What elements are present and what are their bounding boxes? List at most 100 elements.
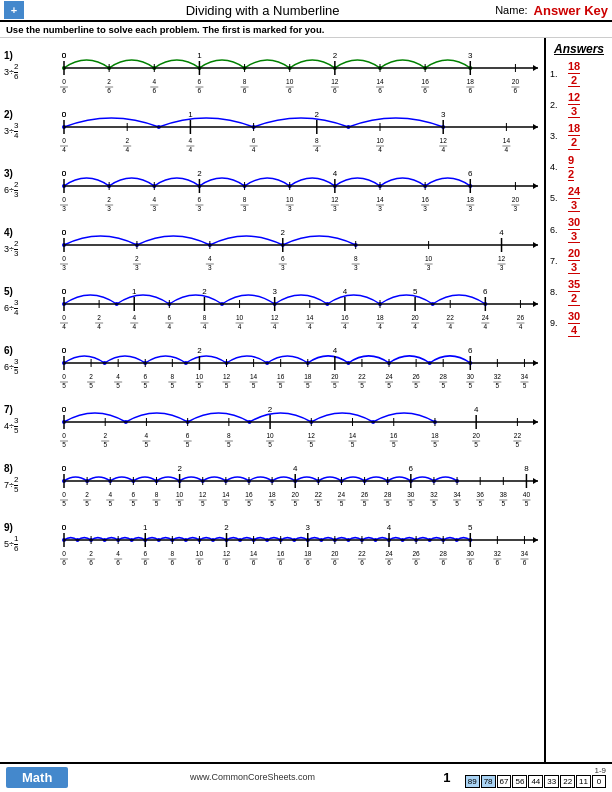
svg-text:6: 6 (225, 559, 229, 566)
score-box: 78 (481, 775, 496, 788)
svg-text:5: 5 (468, 523, 473, 532)
svg-text:4: 4 (97, 323, 101, 330)
page-title: Dividing with a Numberline (30, 3, 495, 18)
svg-text:3: 3 (288, 205, 292, 212)
svg-text:3: 3 (272, 287, 277, 296)
problem-label: 5) 6÷ 3 4 (4, 276, 56, 318)
svg-text:3: 3 (208, 264, 212, 271)
svg-text:3: 3 (500, 264, 504, 271)
score-box: 89 (465, 775, 480, 788)
svg-text:4: 4 (168, 323, 172, 330)
svg-text:6: 6 (441, 559, 445, 566)
svg-text:4: 4 (132, 323, 136, 330)
svg-text:4: 4 (125, 146, 129, 153)
svg-text:26: 26 (361, 491, 369, 498)
svg-text:5: 5 (441, 382, 445, 389)
svg-text:24: 24 (482, 314, 490, 321)
svg-text:4: 4 (252, 146, 256, 153)
svg-text:5: 5 (227, 441, 231, 448)
svg-text:5: 5 (270, 500, 274, 507)
svg-text:5: 5 (85, 500, 89, 507)
svg-text:22: 22 (315, 491, 323, 498)
svg-text:30: 30 (407, 491, 415, 498)
svg-text:6: 6 (483, 287, 488, 296)
svg-text:4: 4 (132, 314, 136, 321)
svg-text:6: 6 (468, 169, 473, 178)
problem-row: 7) 4÷ 3 5 005254565852105125145165185420… (4, 394, 540, 451)
svg-text:0: 0 (62, 51, 67, 60)
svg-text:5: 5 (468, 382, 472, 389)
svg-text:14: 14 (222, 491, 230, 498)
svg-text:8: 8 (171, 373, 175, 380)
svg-text:4: 4 (474, 405, 479, 414)
svg-text:2: 2 (107, 196, 111, 203)
svg-text:0: 0 (62, 169, 67, 178)
answer-fraction: 18 2 (568, 122, 580, 149)
svg-text:4: 4 (308, 323, 312, 330)
svg-text:3: 3 (306, 523, 311, 532)
svg-text:8: 8 (524, 464, 529, 473)
svg-marker-252 (533, 301, 538, 307)
problem-row: 2) 3÷ 3 4 004241446428410431241440 (4, 99, 540, 156)
instruction-text: Use the numberline to solve each problem… (0, 22, 612, 38)
svg-text:20: 20 (512, 196, 520, 203)
svg-text:6: 6 (198, 559, 202, 566)
svg-text:5: 5 (279, 382, 283, 389)
svg-text:6: 6 (143, 373, 147, 380)
score-box: 44 (528, 775, 543, 788)
svg-text:4: 4 (189, 146, 193, 153)
svg-text:6: 6 (107, 87, 111, 94)
svg-text:0: 0 (62, 523, 67, 532)
svg-text:8: 8 (354, 255, 358, 262)
svg-text:3: 3 (423, 205, 427, 212)
svg-text:4: 4 (387, 523, 392, 532)
svg-text:0: 0 (62, 432, 66, 439)
svg-text:6: 6 (523, 559, 527, 566)
svg-text:5: 5 (340, 500, 344, 507)
svg-text:4: 4 (505, 146, 509, 153)
svg-text:14: 14 (306, 314, 314, 321)
svg-text:4: 4 (343, 287, 348, 296)
numberline: 0052545658521051251451651854205225245265… (56, 453, 544, 510)
answer-number: 6. (550, 225, 566, 235)
svg-text:5: 5 (496, 382, 500, 389)
math-label: Math (6, 767, 68, 788)
svg-text:5: 5 (178, 500, 182, 507)
problems-area: 1) 3÷ 2 6 006264616686106212614616631862… (0, 38, 544, 762)
svg-text:3: 3 (152, 205, 156, 212)
problem-label: 6) 6÷ 3 5 (4, 335, 56, 377)
svg-text:5: 5 (478, 500, 482, 507)
score-box: 67 (497, 775, 512, 788)
svg-text:10: 10 (176, 491, 184, 498)
svg-text:5: 5 (455, 500, 459, 507)
problem-label: 9) 5÷ 1 6 (4, 512, 56, 554)
svg-text:32: 32 (494, 550, 502, 557)
svg-text:5: 5 (351, 441, 355, 448)
svg-text:5: 5 (143, 382, 147, 389)
footer-url: www.CommonCoreSheets.com (68, 772, 436, 782)
svg-text:0: 0 (62, 110, 67, 119)
svg-text:2: 2 (224, 523, 229, 532)
svg-text:5: 5 (432, 500, 436, 507)
svg-text:3: 3 (468, 51, 473, 60)
svg-text:5: 5 (145, 441, 149, 448)
svg-text:6: 6 (414, 559, 418, 566)
svg-text:3: 3 (333, 205, 337, 212)
svg-text:12: 12 (223, 373, 231, 380)
svg-text:18: 18 (304, 550, 312, 557)
main-content: 1) 3÷ 2 6 006264616686106212614616631862… (0, 38, 612, 762)
svg-text:18: 18 (304, 373, 312, 380)
svg-text:5: 5 (433, 441, 437, 448)
svg-text:0: 0 (62, 137, 66, 144)
svg-text:2: 2 (103, 432, 107, 439)
svg-text:0: 0 (62, 464, 67, 473)
answer-item: 5. 24 3 (550, 185, 608, 212)
svg-text:2: 2 (89, 550, 93, 557)
svg-text:8: 8 (315, 137, 319, 144)
svg-text:18: 18 (268, 491, 276, 498)
svg-text:10: 10 (376, 137, 384, 144)
svg-marker-447 (533, 419, 538, 425)
svg-text:5: 5 (132, 500, 136, 507)
svg-text:5: 5 (186, 441, 190, 448)
svg-text:10: 10 (286, 196, 294, 203)
